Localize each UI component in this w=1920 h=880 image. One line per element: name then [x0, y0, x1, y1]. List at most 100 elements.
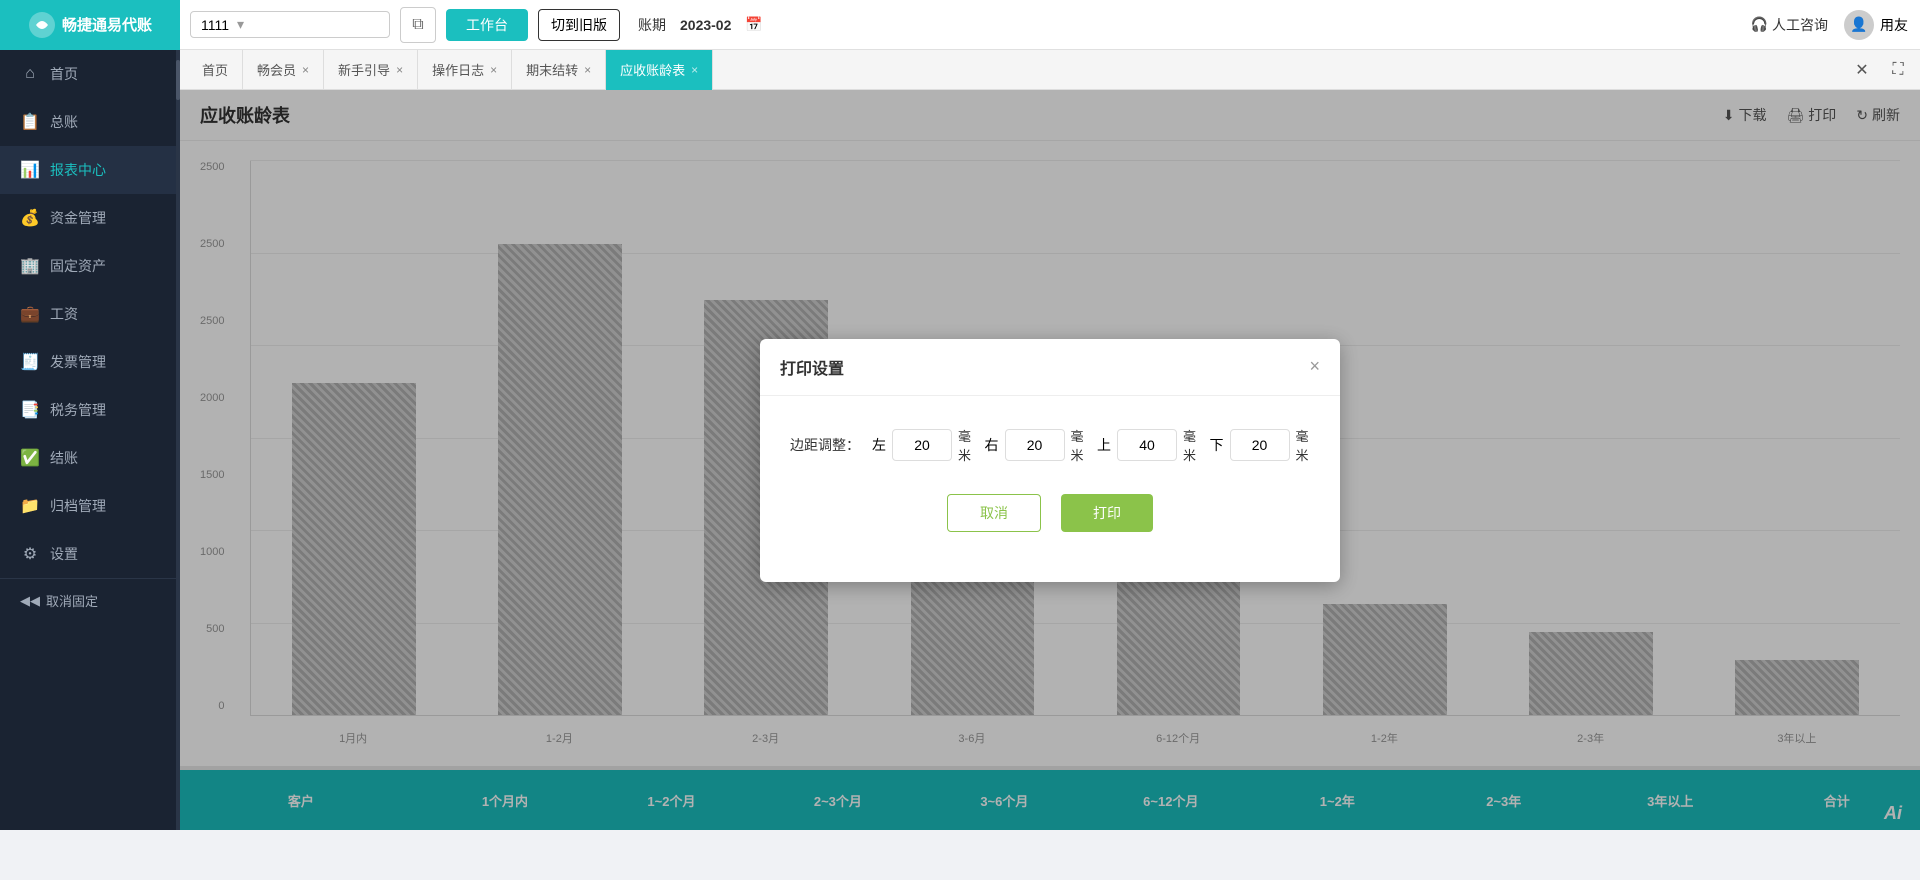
support-label: 人工咨询: [1772, 15, 1828, 35]
left-margin-input[interactable]: [892, 429, 952, 461]
support-button[interactable]: 🎧 人工咨询: [1751, 15, 1828, 35]
archive-icon: 📁: [20, 496, 40, 516]
right-unit: 毫米: [1071, 426, 1086, 464]
sidebar-item-label: 结账: [50, 448, 78, 468]
dialog-header: 打印设置 ×: [760, 339, 1340, 396]
settings-icon: ⚙: [20, 544, 40, 564]
print-settings-dialog: 打印设置 × 边距调整： 左 毫米 右: [760, 339, 1340, 582]
tab-home[interactable]: 首页: [188, 50, 243, 90]
sidebar-item-label: 发票管理: [50, 352, 106, 372]
margin-row: 边距调整： 左 毫米 右 毫米: [790, 426, 1310, 464]
user-label: 用友: [1880, 15, 1908, 35]
user-button[interactable]: 👤 用友: [1844, 10, 1908, 40]
sidebar-item-reports[interactable]: 📊 报表中心: [0, 146, 180, 194]
logo: 畅捷通易代账: [0, 0, 180, 50]
close-tab-button[interactable]: ✕: [1848, 56, 1876, 84]
sidebar-item-payroll[interactable]: 💼 工资: [0, 290, 180, 338]
sidebar-item-label: 首页: [50, 64, 78, 84]
bottom-unit: 毫米: [1296, 426, 1311, 464]
cancel-button[interactable]: 取消: [947, 494, 1041, 532]
sidebar-item-home[interactable]: ⌂ 首页: [0, 50, 180, 98]
sidebar-collapse-label: 取消固定: [46, 591, 98, 610]
assets-icon: 🏢: [20, 256, 40, 276]
margin-label: 边距调整：: [790, 435, 860, 455]
chevron-down-icon: ▾: [237, 16, 244, 33]
sidebar-item-closing[interactable]: ✅ 结账: [0, 434, 180, 482]
tab-period-close[interactable]: 期末结转 ×: [512, 50, 606, 90]
header-right: 🎧 人工咨询 👤 用友: [1751, 10, 1908, 40]
workbench-button[interactable]: 工作台: [446, 9, 528, 41]
period-label: 账期: [638, 15, 666, 35]
main-content: 首页 畅会员 × 新手引导 × 操作日志 × 期末结转 × 应收账龄表 ×: [180, 50, 1920, 830]
dialog-body: 边距调整： 左 毫米 右 毫米: [760, 396, 1340, 552]
tab-close-aging[interactable]: ×: [691, 63, 698, 77]
sidebar-item-assets[interactable]: 🏢 固定资产: [0, 242, 180, 290]
confirm-print-button[interactable]: 打印: [1061, 494, 1153, 532]
tab-guide[interactable]: 新手引导 ×: [324, 50, 418, 90]
margin-right-group: 右 毫米: [985, 426, 1086, 464]
sidebar-item-label: 报表中心: [50, 160, 106, 180]
sidebar-item-label: 资金管理: [50, 208, 106, 228]
bottom-label: 下: [1210, 435, 1224, 455]
tab-close-period[interactable]: ×: [584, 63, 591, 77]
sidebar-item-label: 总账: [50, 112, 78, 132]
maximize-tab-button[interactable]: ⛶: [1884, 56, 1912, 84]
company-name: 1111: [201, 17, 229, 33]
tab-oplog[interactable]: 操作日志 ×: [418, 50, 512, 90]
tab-label: 畅会员: [257, 60, 296, 79]
tab-label: 操作日志: [432, 60, 484, 79]
tab-label: 期末结转: [526, 60, 578, 79]
sidebar-item-settings[interactable]: ⚙ 设置: [0, 530, 180, 578]
layout: ⌂ 首页 📋 总账 📊 报表中心 💰 资金管理 🏢 固定资产 💼 工资 🧾 发票…: [0, 50, 1920, 830]
switch-version-button[interactable]: 切到旧版: [538, 9, 620, 41]
tab-label: 应收账龄表: [620, 60, 685, 79]
sidebar-item-archive[interactable]: 📁 归档管理: [0, 482, 180, 530]
sidebar-collapse-button[interactable]: ◀◀ 取消固定: [0, 578, 180, 622]
copy-icon: ⧉: [412, 16, 423, 34]
calendar-icon[interactable]: 📅: [745, 16, 762, 33]
payroll-icon: 💼: [20, 304, 40, 324]
dialog-title: 打印设置: [780, 355, 844, 379]
logo-icon: [28, 11, 56, 39]
copy-icon-btn[interactable]: ⧉: [400, 7, 436, 43]
home-icon: ⌂: [20, 65, 40, 83]
bottom-margin-input[interactable]: [1230, 429, 1290, 461]
avatar-icon: 👤: [1850, 16, 1867, 33]
tax-icon: 📑: [20, 400, 40, 420]
page-area: 应收账龄表 ⬇ 下载 🖨 打印 ↻ 刷新: [180, 90, 1920, 830]
sidebar: ⌂ 首页 📋 总账 📊 报表中心 💰 资金管理 🏢 固定资产 💼 工资 🧾 发票…: [0, 50, 180, 830]
tab-close-guide[interactable]: ×: [396, 63, 403, 77]
dialog-close-button[interactable]: ×: [1309, 356, 1320, 377]
sidebar-item-label: 固定资产: [50, 256, 106, 276]
company-selector[interactable]: 1111 ▾: [190, 11, 390, 38]
tab-close-oplog[interactable]: ×: [490, 63, 497, 77]
margin-top-group: 上 毫米: [1097, 426, 1198, 464]
period-value: 2023-02: [680, 17, 731, 33]
tab-member[interactable]: 畅会员 ×: [243, 50, 324, 90]
sidebar-item-funds[interactable]: 💰 资金管理: [0, 194, 180, 242]
sidebar-item-label: 设置: [50, 544, 78, 564]
tab-label: 新手引导: [338, 60, 390, 79]
dialog-overlay: 打印设置 × 边距调整： 左 毫米 右: [180, 90, 1920, 830]
dialog-footer: 取消 打印: [790, 494, 1310, 532]
right-margin-input[interactable]: [1005, 429, 1065, 461]
sidebar-item-label: 归档管理: [50, 496, 106, 516]
user-avatar: 👤: [1844, 10, 1874, 40]
sidebar-item-ledger[interactable]: 📋 总账: [0, 98, 180, 146]
tabs-actions: ✕ ⛶: [1848, 56, 1912, 84]
closing-icon: ✅: [20, 448, 40, 468]
top-header: 畅捷通易代账 1111 ▾ ⧉ 工作台 切到旧版 账期 2023-02 📅 🎧 …: [0, 0, 1920, 50]
headset-icon: 🎧: [1751, 16, 1768, 33]
tab-close-member[interactable]: ×: [302, 63, 309, 77]
top-label: 上: [1097, 435, 1111, 455]
left-label: 左: [872, 435, 886, 455]
tab-aging[interactable]: 应收账龄表 ×: [606, 50, 713, 90]
top-margin-input[interactable]: [1117, 429, 1177, 461]
reports-icon: 📊: [20, 160, 40, 180]
sidebar-item-tax[interactable]: 📑 税务管理: [0, 386, 180, 434]
tabs-bar: 首页 畅会员 × 新手引导 × 操作日志 × 期末结转 × 应收账龄表 ×: [180, 50, 1920, 90]
left-unit: 毫米: [958, 426, 973, 464]
right-label: 右: [985, 435, 999, 455]
logo-text: 畅捷通易代账: [62, 14, 152, 35]
sidebar-item-invoice[interactable]: 🧾 发票管理: [0, 338, 180, 386]
